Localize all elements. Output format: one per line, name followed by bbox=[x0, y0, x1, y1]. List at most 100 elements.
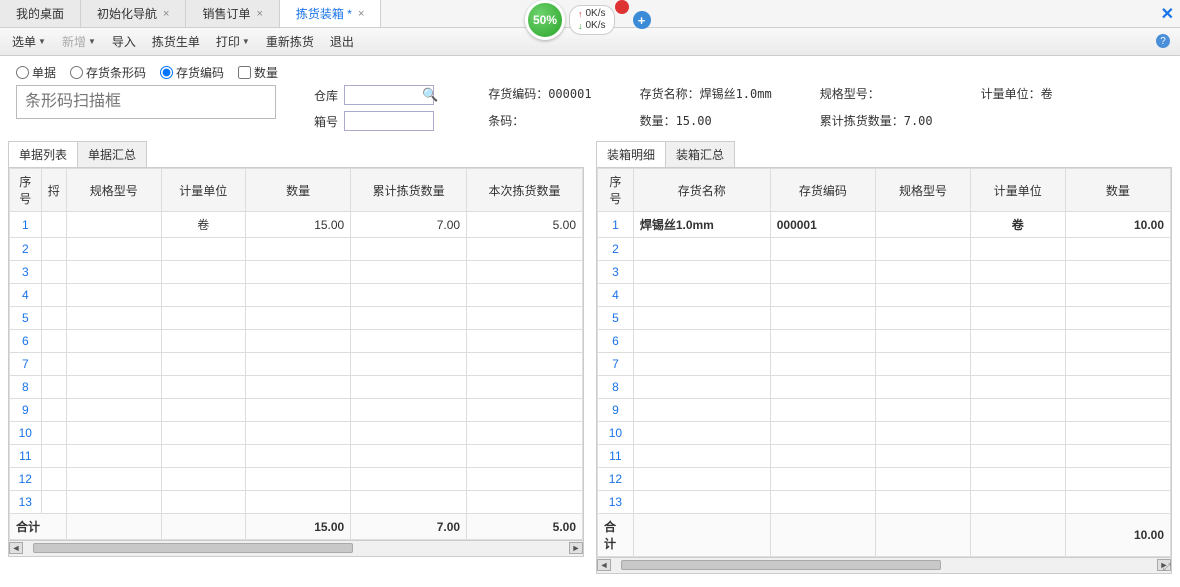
table-row[interactable]: 7 bbox=[10, 353, 583, 376]
col-x[interactable]: 捋 bbox=[41, 169, 66, 212]
table-row[interactable]: 10 bbox=[10, 422, 583, 445]
arrow-down-icon: ↓ bbox=[578, 20, 583, 32]
caret-icon: ▼ bbox=[38, 37, 46, 46]
col-code[interactable]: 存货编码 bbox=[770, 169, 875, 212]
table-row[interactable]: 9 bbox=[598, 399, 1171, 422]
col-uom[interactable]: 计量单位 bbox=[161, 169, 245, 212]
table-row[interactable]: 8 bbox=[10, 376, 583, 399]
total-label: 合计 bbox=[598, 514, 634, 557]
col-qty[interactable]: 数量 bbox=[1065, 169, 1170, 212]
col-seq[interactable]: 序号 bbox=[598, 169, 634, 212]
close-icon[interactable]: × bbox=[256, 8, 262, 20]
caret-icon: ▼ bbox=[242, 37, 250, 46]
repick-button[interactable]: 重新拣货 bbox=[266, 33, 314, 50]
tab-picking-box[interactable]: 拣货装箱 * × bbox=[280, 0, 381, 27]
filter-row: 单据 存货条形码 存货编码 数量 bbox=[0, 56, 1180, 85]
scroll-right-icon[interactable]: ► bbox=[569, 542, 583, 554]
table-row[interactable]: 6 bbox=[10, 330, 583, 353]
col-seq[interactable]: 序号 bbox=[10, 169, 42, 212]
table-row[interactable]: 13 bbox=[598, 491, 1171, 514]
total-acc: 7.00 bbox=[351, 514, 467, 540]
tab-label: 我的桌面 bbox=[16, 5, 64, 22]
subtab-doc-list[interactable]: 单据列表 bbox=[8, 141, 78, 167]
tab-desktop[interactable]: 我的桌面 bbox=[0, 0, 81, 27]
h-scrollbar[interactable]: ◄ ► ⤢ bbox=[596, 558, 1172, 574]
exit-button[interactable]: 退出 bbox=[330, 33, 354, 50]
info-qty: 15.00 bbox=[676, 114, 712, 128]
table-row[interactable]: 7 bbox=[598, 353, 1171, 376]
scroll-thumb[interactable] bbox=[33, 543, 353, 553]
close-icon[interactable]: × bbox=[358, 8, 364, 20]
table-row[interactable]: 9 bbox=[10, 399, 583, 422]
arrow-up-icon: ↑ bbox=[578, 8, 583, 20]
print-button[interactable]: 打印▼ bbox=[216, 33, 250, 50]
expand-icon[interactable]: ⤢ bbox=[1163, 562, 1171, 573]
info-acc: 7.00 bbox=[904, 114, 933, 128]
radio-code[interactable]: 存货编码 bbox=[160, 64, 224, 81]
table-row[interactable]: 11 bbox=[598, 445, 1171, 468]
net-add-button[interactable]: + bbox=[633, 11, 651, 29]
net-alert-dot[interactable] bbox=[615, 0, 629, 14]
picklist-button[interactable]: 拣货生单 bbox=[152, 33, 200, 50]
table-row[interactable]: 1焊锡丝1.0mm000001卷10.00 bbox=[598, 212, 1171, 238]
table-row[interactable]: 2 bbox=[10, 238, 583, 261]
tab-label: 销售订单 bbox=[202, 5, 250, 22]
scroll-left-icon[interactable]: ◄ bbox=[597, 559, 611, 571]
col-spec[interactable]: 规格型号 bbox=[876, 169, 971, 212]
search-icon[interactable]: 🔍 bbox=[422, 87, 438, 103]
help-icon[interactable]: ? bbox=[1156, 34, 1170, 48]
table-row[interactable]: 10 bbox=[598, 422, 1171, 445]
close-icon[interactable]: × bbox=[163, 8, 169, 20]
col-spec[interactable]: 规格型号 bbox=[66, 169, 161, 212]
radio-doc[interactable]: 单据 bbox=[16, 64, 56, 81]
table-row[interactable]: 5 bbox=[10, 307, 583, 330]
table-row[interactable]: 4 bbox=[10, 284, 583, 307]
checkbox-qty[interactable]: 数量 bbox=[238, 64, 278, 81]
total-qty: 10.00 bbox=[1065, 514, 1170, 557]
info-name: 焊锡丝1.0mm bbox=[700, 87, 772, 101]
col-name[interactable]: 存货名称 bbox=[633, 169, 770, 212]
col-qty[interactable]: 数量 bbox=[245, 169, 350, 212]
barcode-scan-input[interactable] bbox=[16, 85, 276, 119]
tab-label: 拣货装箱 * bbox=[296, 5, 352, 22]
total-cur: 5.00 bbox=[467, 514, 583, 540]
import-button[interactable]: 导入 bbox=[112, 33, 136, 50]
table-row[interactable]: 12 bbox=[598, 468, 1171, 491]
table-row[interactable]: 6 bbox=[598, 330, 1171, 353]
col-acc[interactable]: 累计拣货数量 bbox=[351, 169, 467, 212]
radio-barcode[interactable]: 存货条形码 bbox=[70, 64, 146, 81]
h-scrollbar[interactable]: ◄ ► bbox=[8, 541, 584, 557]
close-all-icon[interactable]: ✕ bbox=[1161, 4, 1174, 24]
scroll-left-icon[interactable]: ◄ bbox=[9, 542, 23, 554]
table-row[interactable]: 5 bbox=[598, 307, 1171, 330]
right-table: 装箱明细 装箱汇总 序号 存货名称 存货编码 规格型号 计量单位 数量 1焊锡丝… bbox=[596, 141, 1172, 574]
boxno-input[interactable] bbox=[344, 111, 434, 131]
select-button[interactable]: 选单▼ bbox=[12, 33, 46, 50]
scroll-thumb[interactable] bbox=[621, 560, 941, 570]
table-row[interactable]: 1卷15.007.005.00 bbox=[10, 212, 583, 238]
table-row[interactable]: 11 bbox=[10, 445, 583, 468]
subtab-doc-summary[interactable]: 单据汇总 bbox=[77, 141, 147, 167]
subtab-box-summary[interactable]: 装箱汇总 bbox=[665, 141, 735, 167]
subtab-box-detail[interactable]: 装箱明细 bbox=[596, 141, 666, 167]
col-uom[interactable]: 计量单位 bbox=[970, 169, 1065, 212]
table-row[interactable]: 4 bbox=[598, 284, 1171, 307]
tab-init-nav[interactable]: 初始化导航× bbox=[81, 0, 186, 27]
net-percent-badge[interactable]: 50% bbox=[525, 0, 565, 40]
total-qty: 15.00 bbox=[245, 514, 350, 540]
right-grid[interactable]: 序号 存货名称 存货编码 规格型号 计量单位 数量 1焊锡丝1.0mm00000… bbox=[596, 167, 1172, 558]
left-grid[interactable]: 序号 捋 规格型号 计量单位 数量 累计拣货数量 本次拣货数量 1卷15.007… bbox=[8, 167, 584, 541]
table-row[interactable]: 13 bbox=[10, 491, 583, 514]
caret-icon: ▼ bbox=[88, 37, 96, 46]
table-row[interactable]: 3 bbox=[598, 261, 1171, 284]
net-stats: ↑0K/s ↓0K/s bbox=[569, 5, 615, 35]
table-row[interactable]: 3 bbox=[10, 261, 583, 284]
tab-sales-order[interactable]: 销售订单 × bbox=[186, 0, 279, 27]
col-cur[interactable]: 本次拣货数量 bbox=[467, 169, 583, 212]
warehouse-input[interactable] bbox=[344, 85, 434, 105]
warehouse-label: 仓库 bbox=[306, 87, 338, 104]
table-row[interactable]: 2 bbox=[598, 238, 1171, 261]
table-row[interactable]: 8 bbox=[598, 376, 1171, 399]
boxno-label: 箱号 bbox=[306, 113, 338, 130]
table-row[interactable]: 12 bbox=[10, 468, 583, 491]
